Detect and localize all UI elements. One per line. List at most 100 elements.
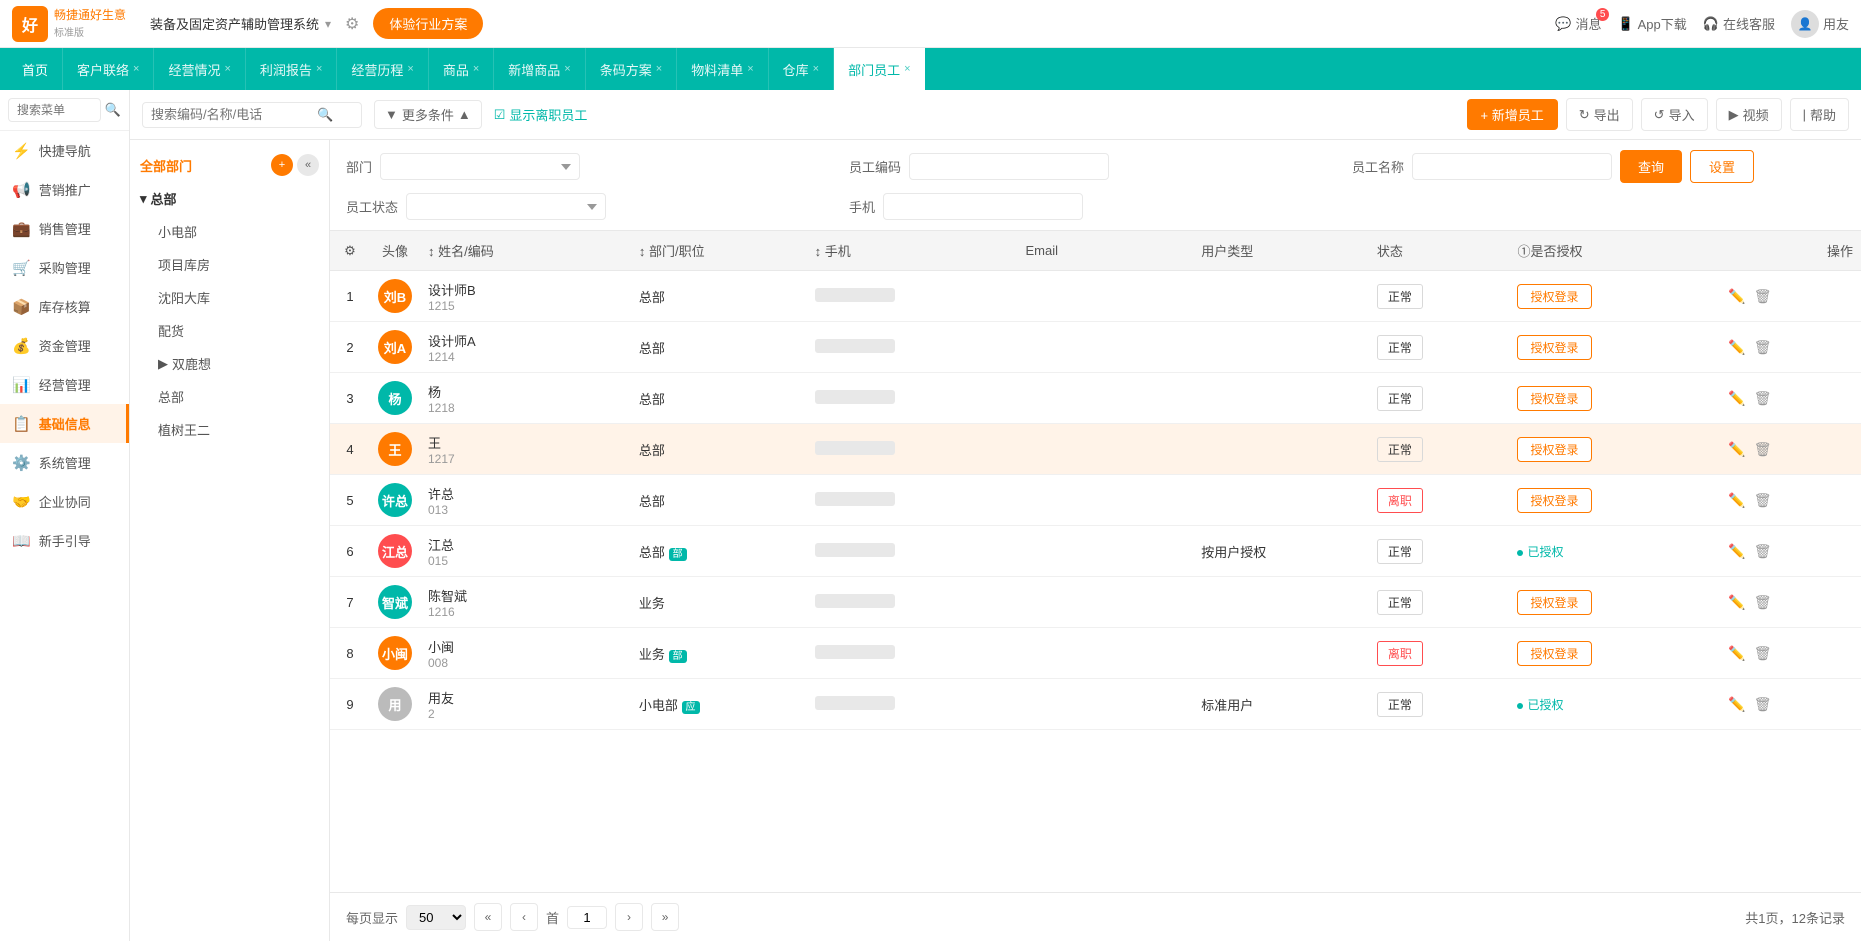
first-page-btn[interactable]: « — [474, 903, 502, 931]
search-input[interactable] — [151, 107, 311, 122]
edit-icon[interactable]: ✏️ — [1728, 390, 1745, 407]
delete-icon[interactable]: 🗑 — [1754, 288, 1772, 305]
edit-icon[interactable]: ✏️ — [1728, 288, 1745, 305]
edit-icon[interactable]: ✏️ — [1728, 594, 1745, 611]
auth-btn[interactable]: 授权登录 — [1517, 335, 1591, 360]
sidebar-item-ops[interactable]: 📊 经营管理 — [0, 365, 129, 404]
sidebar-item-guide[interactable]: 📖 新手引导 — [0, 521, 129, 560]
dept-collapse-icon[interactable]: « — [297, 154, 319, 176]
more-filters-btn[interactable]: ▼ 更多条件 ▲ — [374, 100, 482, 129]
edit-icon[interactable]: ✏️ — [1728, 339, 1745, 356]
tab-profit[interactable]: 利润报告 × — [246, 48, 337, 90]
tab-home[interactable]: 首页 — [8, 48, 63, 90]
sidebar-item-system[interactable]: ⚙️ 系统管理 — [0, 443, 129, 482]
title-arrow-icon[interactable]: ▾ — [325, 17, 331, 31]
close-icon[interactable]: × — [316, 63, 322, 75]
dept-item-electronics[interactable]: 小电部 — [130, 215, 329, 248]
close-icon[interactable]: × — [656, 63, 662, 75]
next-page-btn[interactable]: › — [615, 903, 643, 931]
delete-icon[interactable]: 🗑 — [1754, 441, 1772, 458]
emp-name-input[interactable] — [1412, 153, 1612, 180]
tab-operations[interactable]: 经营情况 × — [154, 48, 245, 90]
sidebar-item-finance[interactable]: 💰 资金管理 — [0, 326, 129, 365]
phone-input[interactable] — [883, 193, 1083, 220]
dept-item-distribution[interactable]: 配货 — [130, 314, 329, 347]
close-icon[interactable]: × — [133, 63, 139, 75]
dept-item-hq[interactable]: 总部 — [130, 380, 329, 413]
delete-icon[interactable]: 🗑 — [1754, 339, 1772, 356]
close-icon[interactable]: × — [747, 63, 753, 75]
tab-new-goods[interactable]: 新增商品 × — [494, 48, 585, 90]
app-download-btn[interactable]: 📱 App下载 — [1617, 14, 1686, 33]
last-page-btn[interactable]: » — [651, 903, 679, 931]
th-name[interactable]: ↕ 姓名/编码 — [420, 231, 631, 271]
help-button[interactable]: | 帮助 — [1790, 98, 1849, 131]
delete-icon[interactable]: 🗑 — [1754, 645, 1772, 662]
user-menu[interactable]: 👤 用友 — [1791, 10, 1849, 38]
edit-icon[interactable]: ✏️ — [1728, 543, 1745, 560]
close-icon[interactable]: × — [564, 63, 570, 75]
tab-history[interactable]: 经营历程 × — [337, 48, 428, 90]
prev-page-btn[interactable]: ‹ — [510, 903, 538, 931]
delete-icon[interactable]: 🗑 — [1754, 594, 1772, 611]
edit-icon[interactable]: ✏️ — [1728, 645, 1745, 662]
sidebar-item-purchase[interactable]: 🛒 采购管理 — [0, 248, 129, 287]
trial-button[interactable]: 体验行业方案 — [373, 8, 483, 39]
edit-icon[interactable]: ✏️ — [1728, 696, 1745, 713]
emp-code-input[interactable] — [909, 153, 1109, 180]
set-button[interactable]: 设置 — [1690, 150, 1754, 183]
delete-icon[interactable]: 🗑 — [1754, 390, 1772, 407]
sidebar-item-collab[interactable]: 🤝 企业协同 — [0, 482, 129, 521]
close-icon[interactable]: × — [407, 63, 413, 75]
dept-item-warehouse[interactable]: 项目库房 — [130, 248, 329, 281]
view-button[interactable]: ▶ 视频 — [1716, 98, 1782, 131]
auth-btn[interactable]: 授权登录 — [1517, 488, 1591, 513]
auth-btn[interactable]: 授权登录 — [1517, 284, 1591, 309]
auth-btn[interactable]: 授权登录 — [1517, 590, 1591, 615]
sidebar-item-quick-nav[interactable]: ⚡ 快捷导航 — [0, 131, 129, 170]
tab-customer[interactable]: 客户联络 × — [63, 48, 154, 90]
all-dept-label[interactable]: 全部部门 — [140, 156, 265, 175]
close-icon[interactable]: × — [904, 63, 910, 75]
tab-bom[interactable]: 物料清单 × — [677, 48, 768, 90]
sidebar-item-sales[interactable]: 💼 销售管理 — [0, 209, 129, 248]
close-icon[interactable]: × — [224, 63, 230, 75]
page-size-select[interactable]: 50 100 200 — [406, 905, 466, 930]
sidebar-item-basic-info[interactable]: 📋 基础信息 — [0, 404, 129, 443]
auth-btn[interactable]: 授权登录 — [1517, 641, 1591, 666]
tab-dept-staff[interactable]: 部门员工 × — [834, 48, 924, 90]
online-service-btn[interactable]: 🎧 在线客服 — [1703, 14, 1775, 33]
query-button[interactable]: 查询 — [1620, 150, 1682, 183]
sidebar-item-inventory[interactable]: 📦 库存核算 — [0, 287, 129, 326]
emp-status-select[interactable] — [406, 193, 606, 220]
edit-icon[interactable]: ✏️ — [1728, 441, 1745, 458]
dept-item-zhishu[interactable]: 植树王二 — [130, 413, 329, 446]
sidebar-search-input[interactable] — [8, 98, 101, 122]
sidebar-item-marketing[interactable]: 📢 营销推广 — [0, 170, 129, 209]
close-icon[interactable]: × — [813, 63, 819, 75]
dept-item-shenyang[interactable]: 沈阳大库 — [130, 281, 329, 314]
delete-icon[interactable]: 🗑 — [1754, 543, 1772, 560]
message-btn[interactable]: 💬 消息 5 — [1555, 14, 1601, 33]
delete-icon[interactable]: 🗑 — [1754, 492, 1772, 509]
settings-icon[interactable]: ⚙ — [345, 14, 359, 34]
dept-add-icon[interactable]: + — [271, 154, 293, 176]
th-dept[interactable]: ↕ 部门/职位 — [631, 231, 807, 271]
page-number-input[interactable] — [567, 906, 607, 929]
export-button[interactable]: ↻ 导出 — [1566, 98, 1633, 131]
show-resigned-checkbox[interactable]: ☑ 显示离职员工 — [494, 105, 588, 124]
th-phone[interactable]: ↕ 手机 — [807, 231, 1018, 271]
add-employee-button[interactable]: + 新增员工 — [1467, 99, 1558, 130]
import-button[interactable]: ↺ 导入 — [1641, 98, 1708, 131]
dept-item-headquarter-parent[interactable]: ▾ 总部 — [130, 182, 329, 215]
dept-filter-select[interactable] — [380, 153, 580, 180]
tab-warehouse[interactable]: 仓库 × — [769, 48, 834, 90]
auth-btn[interactable]: 授权登录 — [1517, 437, 1591, 462]
delete-icon[interactable]: 🗑 — [1754, 696, 1772, 713]
edit-icon[interactable]: ✏️ — [1728, 492, 1745, 509]
tab-barcode[interactable]: 条码方案 × — [586, 48, 677, 90]
dept-item-shuanglu[interactable]: ▶ 双鹿想 — [130, 347, 329, 380]
close-icon[interactable]: × — [473, 63, 479, 75]
auth-btn[interactable]: 授权登录 — [1517, 386, 1591, 411]
tab-goods[interactable]: 商品 × — [429, 48, 494, 90]
